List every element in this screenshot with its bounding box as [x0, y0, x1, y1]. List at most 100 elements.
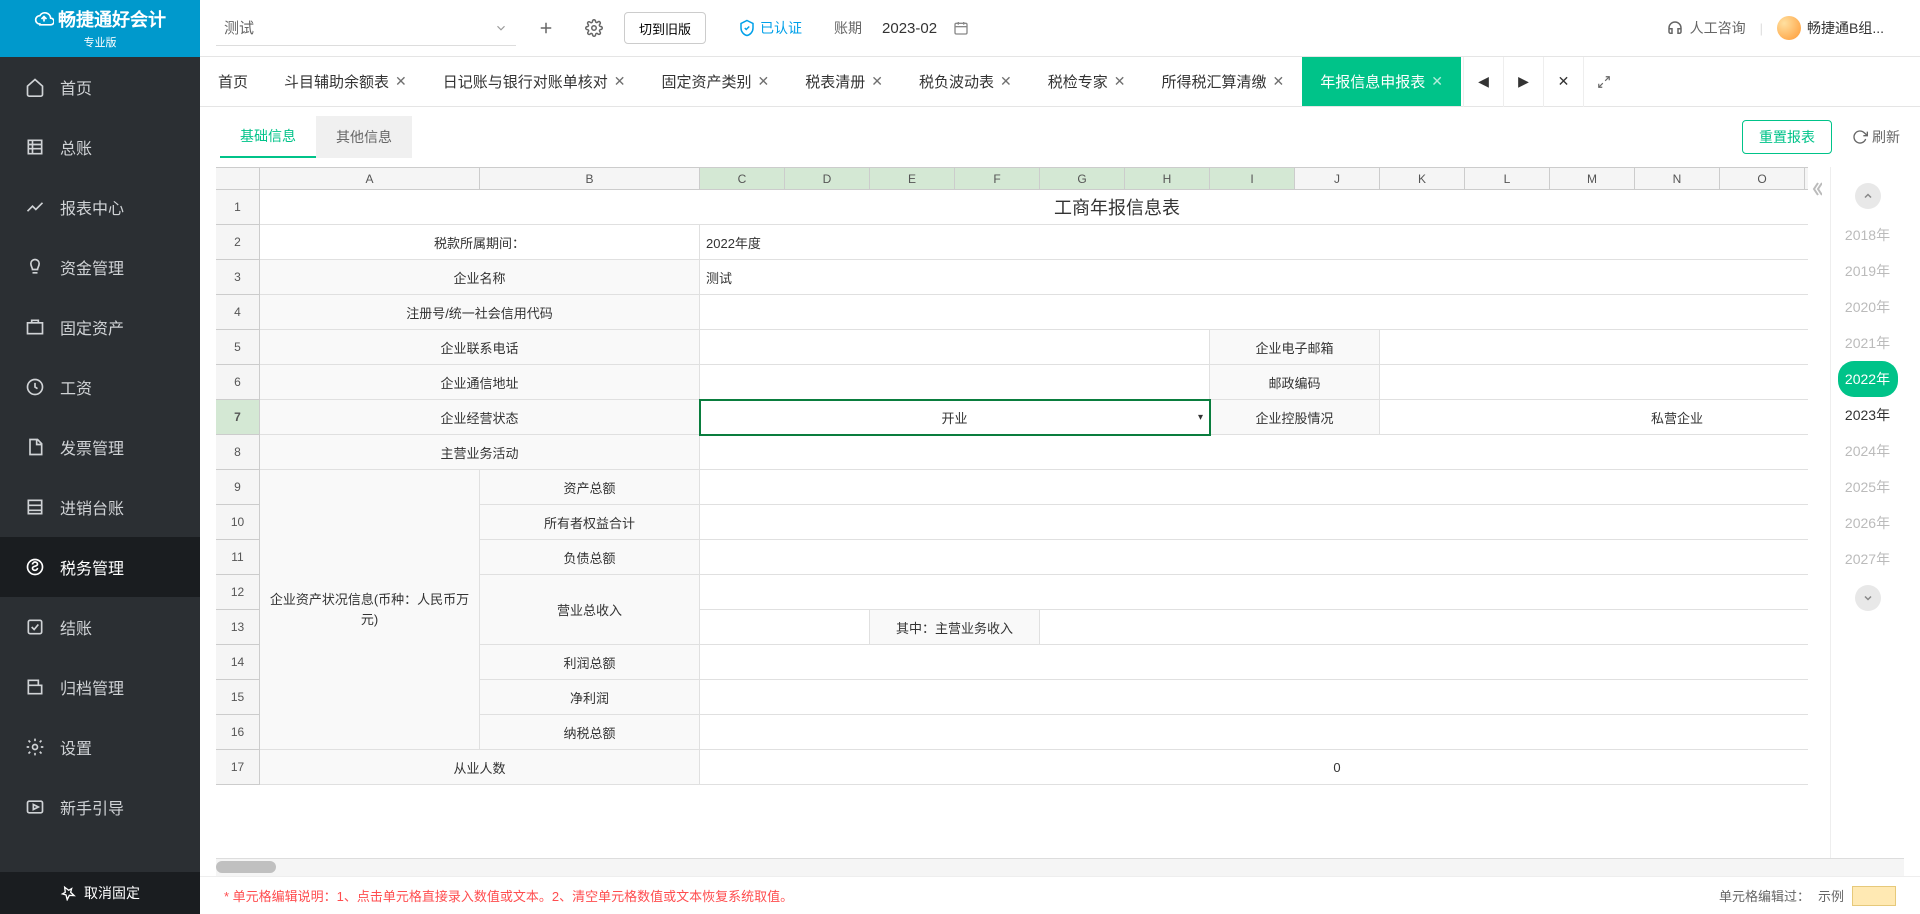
col-header-P[interactable]: P	[1805, 168, 1808, 189]
reset-report-button[interactable]: 重置报表	[1742, 120, 1832, 154]
col-header-O[interactable]: O	[1720, 168, 1805, 189]
col-header-M[interactable]: M	[1550, 168, 1635, 189]
year-option[interactable]: 2018年	[1831, 217, 1904, 253]
row-header[interactable]: 13	[216, 610, 260, 645]
tab-7[interactable]: 所得税汇算清缴✕	[1144, 57, 1303, 106]
reg-code-value[interactable]	[700, 295, 1808, 330]
col-header-H[interactable]: H	[1125, 168, 1210, 189]
revenue-value[interactable]	[700, 575, 1808, 610]
add-button[interactable]	[528, 10, 564, 46]
year-panel-collapse[interactable]	[1808, 167, 1824, 858]
sidebar-item-5[interactable]: 工资	[0, 357, 200, 417]
employees-value[interactable]: 0	[700, 750, 1808, 785]
sidebar-item-11[interactable]: 设置	[0, 717, 200, 777]
asset-row-value[interactable]	[700, 680, 1808, 715]
tab-8[interactable]: 年报信息申报表✕	[1302, 57, 1461, 106]
tab-basic-info[interactable]: 基础信息	[220, 116, 316, 158]
year-option[interactable]: 2019年	[1831, 253, 1904, 289]
consult-button[interactable]: 人工咨询	[1666, 18, 1746, 38]
settings-button[interactable]	[576, 10, 612, 46]
row-header[interactable]: 4	[216, 295, 260, 330]
main-biz-value[interactable]	[700, 435, 1808, 470]
period-picker[interactable]	[943, 10, 979, 46]
row-header[interactable]: 17	[216, 750, 260, 785]
unpin-button[interactable]: 取消固定	[0, 872, 200, 914]
col-header-N[interactable]: N	[1635, 168, 1720, 189]
tab-other-info[interactable]: 其他信息	[316, 116, 412, 158]
sidebar-item-8[interactable]: 税务管理	[0, 537, 200, 597]
year-option[interactable]: 2022年	[1838, 361, 1898, 397]
tabs-fullscreen[interactable]	[1583, 57, 1623, 107]
sidebar-item-12[interactable]: 新手引导	[0, 777, 200, 837]
company-name-value[interactable]: 测试	[700, 260, 1808, 295]
row-header[interactable]: 16	[216, 715, 260, 750]
col-header-B[interactable]: B	[480, 168, 700, 189]
row-header[interactable]: 1	[216, 190, 260, 225]
sidebar-item-6[interactable]: 发票管理	[0, 417, 200, 477]
year-option[interactable]: 2020年	[1831, 289, 1904, 325]
year-next[interactable]	[1855, 585, 1881, 611]
col-header-E[interactable]: E	[870, 168, 955, 189]
phone-value[interactable]	[700, 330, 1210, 365]
sidebar-item-4[interactable]: 固定资产	[0, 297, 200, 357]
row-header[interactable]: 14	[216, 645, 260, 680]
col-header-F[interactable]: F	[955, 168, 1040, 189]
row-header[interactable]: 12	[216, 575, 260, 610]
asset-row-value[interactable]	[700, 470, 1808, 505]
col-header-K[interactable]: K	[1380, 168, 1465, 189]
year-option[interactable]: 2024年	[1831, 433, 1904, 469]
col-header-D[interactable]: D	[785, 168, 870, 189]
sidebar-item-7[interactable]: 进销台账	[0, 477, 200, 537]
year-option[interactable]: 2026年	[1831, 505, 1904, 541]
tab-1[interactable]: 斗目辅助余额表✕	[266, 57, 425, 106]
close-icon[interactable]: ✕	[871, 73, 883, 90]
row-header[interactable]: 2	[216, 225, 260, 260]
sidebar-item-10[interactable]: 归档管理	[0, 657, 200, 717]
revenue-sub-blank[interactable]	[700, 610, 870, 645]
tab-6[interactable]: 税检专家✕	[1030, 57, 1144, 106]
sidebar-item-9[interactable]: 结账	[0, 597, 200, 657]
year-option[interactable]: 2021年	[1831, 325, 1904, 361]
asset-row-value[interactable]	[700, 715, 1808, 750]
sidebar-item-1[interactable]: 总账	[0, 117, 200, 177]
postal-value[interactable]	[1380, 365, 1808, 400]
close-icon[interactable]: ✕	[395, 73, 407, 90]
scrollbar-thumb[interactable]	[216, 861, 276, 873]
row-header[interactable]: 6	[216, 365, 260, 400]
status-select[interactable]: 开业	[700, 400, 1210, 435]
row-header[interactable]: 10	[216, 505, 260, 540]
select-all-corner[interactable]	[216, 168, 260, 189]
close-icon[interactable]: ✕	[1000, 73, 1012, 90]
tabs-prev[interactable]: ◀	[1463, 57, 1503, 107]
close-icon[interactable]: ✕	[614, 73, 626, 90]
sidebar-item-2[interactable]: 报表中心	[0, 177, 200, 237]
email-value[interactable]	[1380, 330, 1808, 365]
holding-value[interactable]: 私营企业	[1380, 400, 1808, 435]
row-header[interactable]: 9	[216, 470, 260, 505]
row-header[interactable]: 3	[216, 260, 260, 295]
row-header[interactable]: 11	[216, 540, 260, 575]
year-option[interactable]: 2023年	[1831, 397, 1904, 433]
switch-old-version-button[interactable]: 切到旧版	[624, 12, 706, 44]
tab-4[interactable]: 税表清册✕	[787, 57, 901, 106]
close-icon[interactable]: ✕	[1273, 73, 1285, 90]
close-icon[interactable]: ✕	[1114, 73, 1126, 90]
year-option[interactable]: 2025年	[1831, 469, 1904, 505]
addr-value[interactable]	[700, 365, 1210, 400]
col-header-J[interactable]: J	[1295, 168, 1380, 189]
col-header-C[interactable]: C	[700, 168, 785, 189]
company-select[interactable]: 测试	[216, 10, 516, 46]
close-icon[interactable]: ✕	[1431, 73, 1443, 90]
tabs-close[interactable]: ✕	[1543, 57, 1583, 107]
main-revenue-value[interactable]	[1040, 610, 1808, 645]
close-icon[interactable]: ✕	[758, 73, 770, 90]
asset-row-value[interactable]	[700, 505, 1808, 540]
col-header-G[interactable]: G	[1040, 168, 1125, 189]
tab-3[interactable]: 固定资产类别✕	[644, 57, 788, 106]
row-header[interactable]: 7	[216, 400, 260, 435]
row-header[interactable]: 15	[216, 680, 260, 715]
sidebar-item-0[interactable]: 首页	[0, 57, 200, 117]
user-menu[interactable]: 畅捷通B组...	[1777, 16, 1884, 40]
row-header[interactable]: 5	[216, 330, 260, 365]
tabs-next[interactable]: ▶	[1503, 57, 1543, 107]
